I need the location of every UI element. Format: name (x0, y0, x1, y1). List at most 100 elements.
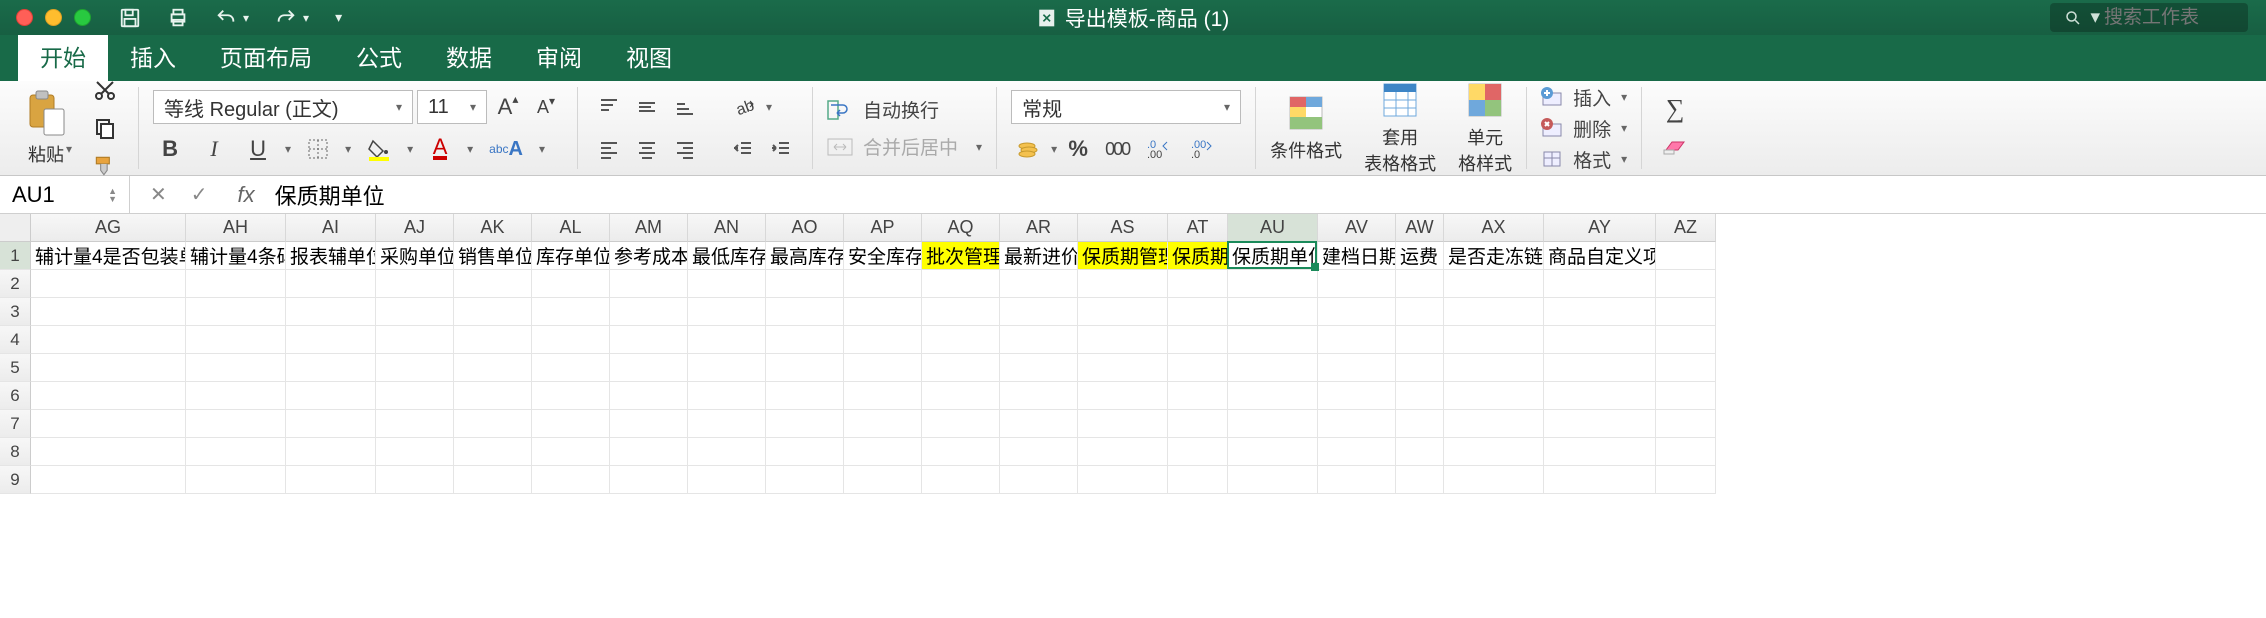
cell[interactable] (186, 466, 286, 494)
cell[interactable]: 是否走冻链 (1444, 242, 1544, 270)
cell[interactable] (186, 326, 286, 354)
column-header[interactable]: AZ (1656, 214, 1716, 242)
column-header[interactable]: AM (610, 214, 688, 242)
cell[interactable] (1318, 354, 1396, 382)
cell[interactable] (1544, 298, 1656, 326)
cell[interactable] (1544, 438, 1656, 466)
borders-button[interactable] (301, 132, 335, 166)
cell[interactable]: 参考成本 (610, 242, 688, 270)
save-icon[interactable] (119, 7, 141, 29)
cell[interactable] (688, 326, 766, 354)
cell[interactable] (186, 382, 286, 410)
cell[interactable] (31, 438, 186, 466)
cell[interactable] (1656, 354, 1716, 382)
cell[interactable]: 辅计量4条码 (186, 242, 286, 270)
cell[interactable] (1078, 410, 1168, 438)
column-header[interactable]: AO (766, 214, 844, 242)
cell[interactable] (1656, 410, 1716, 438)
cell[interactable] (454, 382, 532, 410)
cell[interactable] (186, 410, 286, 438)
column-header[interactable]: AJ (376, 214, 454, 242)
cell[interactable] (454, 326, 532, 354)
cell[interactable] (1168, 410, 1228, 438)
undo-button[interactable]: ▾ (215, 7, 249, 29)
cell[interactable] (688, 270, 766, 298)
cell[interactable] (376, 298, 454, 326)
delete-cells-button[interactable]: 删除▾ (1541, 115, 1627, 142)
cell[interactable] (688, 354, 766, 382)
row-header[interactable]: 9 (0, 466, 31, 494)
comma-style-button[interactable]: 000 (1099, 132, 1135, 166)
cell[interactable] (454, 298, 532, 326)
cell[interactable] (186, 298, 286, 326)
cell[interactable] (454, 270, 532, 298)
cell[interactable] (286, 298, 376, 326)
cut-button[interactable] (86, 73, 124, 107)
cell[interactable] (688, 466, 766, 494)
format-painter-button[interactable] (86, 149, 124, 183)
cell[interactable] (688, 298, 766, 326)
cell[interactable] (1000, 354, 1078, 382)
align-left-button[interactable] (592, 132, 626, 166)
bold-button[interactable]: B (153, 132, 187, 166)
cell[interactable] (532, 270, 610, 298)
cell[interactable]: 报表辅单位 (286, 242, 376, 270)
column-header[interactable]: AQ (922, 214, 1000, 242)
cell[interactable] (1396, 382, 1444, 410)
ribbon-tab-4[interactable]: 数据 (424, 31, 514, 81)
enter-formula-button[interactable]: ✓ (191, 182, 208, 207)
cell[interactable] (1318, 382, 1396, 410)
cell[interactable] (766, 438, 844, 466)
cell[interactable] (1000, 326, 1078, 354)
cell[interactable] (922, 270, 1000, 298)
cell[interactable] (922, 354, 1000, 382)
conditional-formatting-button[interactable]: 条件格式 (1270, 93, 1342, 163)
cell[interactable] (1656, 466, 1716, 494)
cell[interactable] (1000, 438, 1078, 466)
cell[interactable] (1078, 298, 1168, 326)
cell[interactable] (922, 382, 1000, 410)
cell[interactable]: 商品自定义项 (1544, 242, 1656, 270)
cell[interactable] (766, 466, 844, 494)
cell[interactable] (532, 382, 610, 410)
italic-button[interactable]: I (197, 132, 231, 166)
align-right-button[interactable] (668, 132, 702, 166)
customize-qat-button[interactable]: ▾ (335, 7, 342, 29)
cell[interactable] (1228, 466, 1318, 494)
align-bottom-button[interactable] (668, 90, 702, 124)
cell[interactable] (844, 438, 922, 466)
cell[interactable] (186, 438, 286, 466)
cell[interactable] (1168, 438, 1228, 466)
cell[interactable] (1656, 326, 1716, 354)
row-header[interactable]: 4 (0, 326, 31, 354)
cell[interactable] (1544, 270, 1656, 298)
cell[interactable] (1228, 270, 1318, 298)
cell[interactable] (532, 298, 610, 326)
cell[interactable] (286, 270, 376, 298)
search-input[interactable] (2104, 7, 2234, 29)
cell[interactable]: 运费 (1396, 242, 1444, 270)
cell[interactable] (376, 410, 454, 438)
decrease-decimal-button[interactable]: .00.0 (1183, 132, 1223, 166)
cell[interactable] (376, 354, 454, 382)
maximize-window-button[interactable] (74, 9, 91, 26)
row-header[interactable]: 2 (0, 270, 31, 298)
cell[interactable] (286, 382, 376, 410)
cell[interactable] (1078, 354, 1168, 382)
autosum-button[interactable]: ∑ (1656, 92, 1694, 126)
cell[interactable]: 最高库存 (766, 242, 844, 270)
cell[interactable] (1444, 326, 1544, 354)
cell[interactable] (1228, 326, 1318, 354)
cell[interactable] (1396, 466, 1444, 494)
cell[interactable] (1444, 438, 1544, 466)
cell[interactable] (286, 354, 376, 382)
cell[interactable] (454, 438, 532, 466)
cell[interactable] (1656, 382, 1716, 410)
column-header[interactable]: AW (1396, 214, 1444, 242)
cell[interactable]: 辅计量4是否包装单位 (31, 242, 186, 270)
cell[interactable] (610, 326, 688, 354)
cell[interactable] (1656, 242, 1716, 270)
cell[interactable] (1078, 438, 1168, 466)
merge-center-button[interactable]: 合并后居中▾ (827, 133, 982, 160)
cell[interactable] (454, 410, 532, 438)
